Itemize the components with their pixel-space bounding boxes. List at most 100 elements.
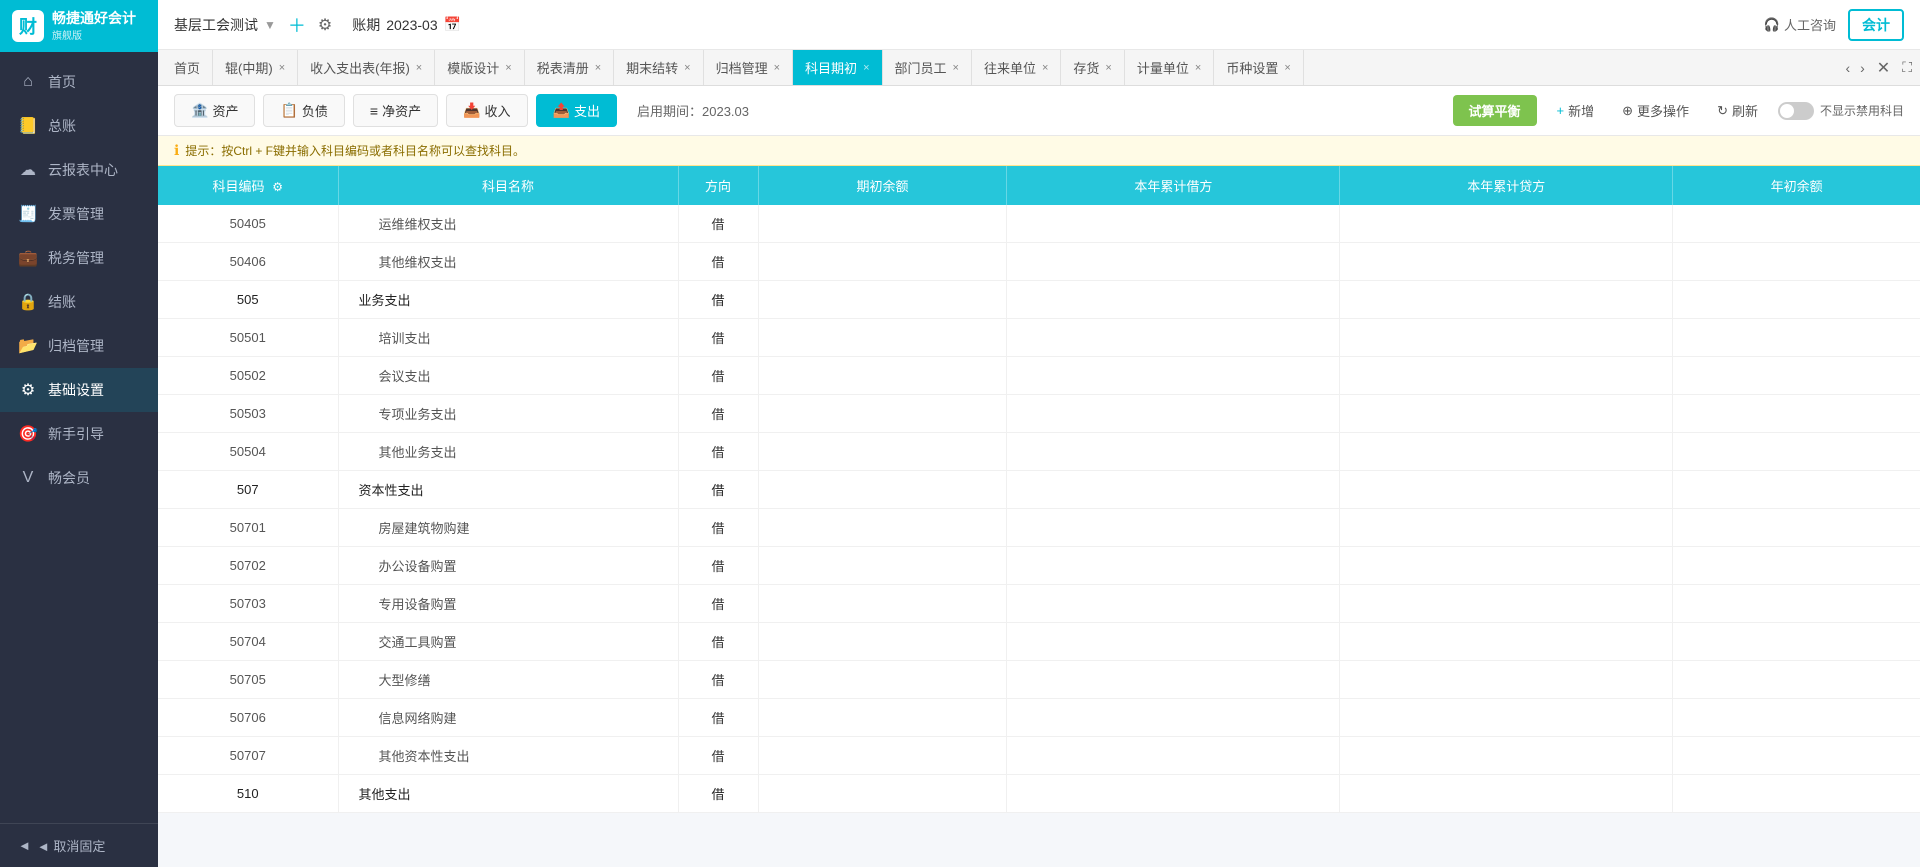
cell-name: 资本性支出 bbox=[338, 471, 678, 509]
tab-close-icon[interactable]: × bbox=[1042, 62, 1048, 74]
tab-close-icon[interactable]: × bbox=[1105, 62, 1111, 74]
service-button[interactable]: 🎧 人工咨询 bbox=[1764, 15, 1836, 34]
sidebar-item-label: 结账 bbox=[48, 292, 76, 312]
sidebar-item-member[interactable]: V畅会员 bbox=[0, 456, 158, 500]
table-row[interactable]: 505业务支出借 bbox=[158, 281, 1920, 319]
col-settings-icon[interactable]: ⚙ bbox=[272, 180, 283, 194]
sidebar-item-tax[interactable]: 💼税务管理 bbox=[0, 236, 158, 280]
table-row[interactable]: 50406其他维权支出借 bbox=[158, 243, 1920, 281]
topbar-settings-icon[interactable]: ⚙ bbox=[318, 15, 332, 35]
topbar-project[interactable]: 基层工会测试 ▼ bbox=[174, 15, 276, 35]
tab-close-icon[interactable]: × bbox=[684, 62, 690, 74]
content-area: 🏦资产📋负债≡净资产📥收入📤支出 启用期间：2023.03 试算平衡 + 新增 … bbox=[158, 86, 1920, 867]
tab-close-icon[interactable]: × bbox=[1284, 62, 1290, 74]
cell-year-opening bbox=[1673, 357, 1920, 395]
tab-close-icon[interactable]: × bbox=[774, 62, 780, 74]
cell-ytd-debit bbox=[1007, 433, 1340, 471]
cell-name: 信息网络购建 bbox=[338, 699, 678, 737]
add-icon: + bbox=[1557, 103, 1565, 118]
cell-code: 510 bbox=[158, 775, 338, 813]
sidebar-item-label: 发票管理 bbox=[48, 204, 104, 224]
tab-币种设置[interactable]: 币种设置 × bbox=[1214, 50, 1303, 86]
sidebar-pin-toggle[interactable]: ◄ ◄ 取消固定 bbox=[0, 823, 158, 867]
tab-科目期初[interactable]: 科目期初× bbox=[793, 50, 882, 86]
sidebar-item-label: 新手引导 bbox=[48, 424, 104, 444]
table-row[interactable]: 50705大型修缮借 bbox=[158, 661, 1920, 699]
cell-ytd-credit bbox=[1340, 281, 1673, 319]
cell-opening-balance bbox=[758, 509, 1007, 547]
tab-close-icon[interactable]: × bbox=[505, 62, 511, 74]
table-row[interactable]: 50504其他业务支出借 bbox=[158, 433, 1920, 471]
cell-opening-balance bbox=[758, 205, 1007, 243]
add-button[interactable]: + 新增 bbox=[1549, 97, 1603, 124]
equity-subtab-label: 净资产 bbox=[382, 101, 421, 120]
sidebar-item-invoice[interactable]: 🧾发票管理 bbox=[0, 192, 158, 236]
table-row[interactable]: 50405运维维权支出借 bbox=[158, 205, 1920, 243]
table-row[interactable]: 50706信息网络购建借 bbox=[158, 699, 1920, 737]
subtab-expense[interactable]: 📤支出 bbox=[536, 94, 617, 127]
sidebar-item-settings[interactable]: ⚙基础设置 bbox=[0, 368, 158, 412]
tab-next-icon[interactable]: › bbox=[1856, 58, 1869, 78]
tab-close-icon[interactable]: × bbox=[863, 62, 869, 74]
disable-toggle[interactable] bbox=[1778, 102, 1814, 120]
subtab-asset[interactable]: 🏦资产 bbox=[174, 94, 255, 127]
tab-部门员工[interactable]: 部门员工× bbox=[883, 50, 972, 86]
project-name: 基层工会测试 bbox=[174, 15, 258, 35]
user-role-button[interactable]: 会计 bbox=[1848, 9, 1904, 41]
subtab-income[interactable]: 📥收入 bbox=[446, 94, 527, 127]
tab-close-all-icon[interactable]: ✕ bbox=[1871, 56, 1896, 80]
cell-code: 50405 bbox=[158, 205, 338, 243]
tab-prev-icon[interactable]: ‹ bbox=[1841, 58, 1854, 78]
table-row[interactable]: 50701房屋建筑物购建借 bbox=[158, 509, 1920, 547]
sidebar-item-label: 税务管理 bbox=[48, 248, 104, 268]
topbar-add-button[interactable]: ＋ bbox=[288, 12, 306, 38]
tab-close-icon[interactable]: × bbox=[1195, 62, 1201, 74]
calendar-icon[interactable]: 📅 bbox=[444, 16, 461, 33]
tab-close-icon[interactable]: × bbox=[279, 62, 285, 74]
project-dropdown-icon[interactable]: ▼ bbox=[264, 18, 276, 32]
table-row[interactable]: 507资本性支出借 bbox=[158, 471, 1920, 509]
sidebar-item-archive[interactable]: 📂归档管理 bbox=[0, 324, 158, 368]
table-row[interactable]: 510其他支出借 bbox=[158, 775, 1920, 813]
tab-税表清册[interactable]: 税表清册× bbox=[525, 50, 614, 86]
tab-辊中期[interactable]: 辊(中期)× bbox=[213, 50, 298, 86]
tab-label: 存货 bbox=[1073, 58, 1099, 77]
tab-expand-icon[interactable]: ⛶ bbox=[1898, 57, 1916, 78]
balance-button[interactable]: 试算平衡 bbox=[1453, 95, 1537, 126]
tab-归档管理[interactable]: 归档管理× bbox=[704, 50, 793, 86]
tab-close-icon[interactable]: × bbox=[595, 62, 601, 74]
tab-close-icon[interactable]: × bbox=[416, 62, 422, 74]
table-row[interactable]: 50703专用设备购置借 bbox=[158, 585, 1920, 623]
cell-year-opening bbox=[1673, 395, 1920, 433]
cell-opening-balance bbox=[758, 243, 1007, 281]
tab-模版设计[interactable]: 模版设计× bbox=[435, 50, 524, 86]
tab-收入支出表年报[interactable]: 收入支出表(年报)× bbox=[298, 50, 435, 86]
sidebar-item-cloud[interactable]: ☁云报表中心 bbox=[0, 148, 158, 192]
refresh-button[interactable]: ↻ 刷新 bbox=[1709, 97, 1766, 124]
sidebar-item-close[interactable]: 🔒结账 bbox=[0, 280, 158, 324]
tab-label: 币种设置 bbox=[1226, 58, 1278, 77]
cell-name: 会议支出 bbox=[338, 357, 678, 395]
tab-期末结转[interactable]: 期末结转× bbox=[614, 50, 703, 86]
tab-往来单位[interactable]: 往来单位× bbox=[972, 50, 1061, 86]
table-row[interactable]: 50503专项业务支出借 bbox=[158, 395, 1920, 433]
table-row[interactable]: 50502会议支出借 bbox=[158, 357, 1920, 395]
cell-opening-balance bbox=[758, 281, 1007, 319]
table-row[interactable]: 50704交通工具购置借 bbox=[158, 623, 1920, 661]
subtab-liability[interactable]: 📋负债 bbox=[263, 94, 344, 127]
sidebar-item-home[interactable]: ⌂首页 bbox=[0, 60, 158, 104]
table-header-3: 期初余额 bbox=[758, 166, 1007, 205]
subtab-equity[interactable]: ≡净资产 bbox=[353, 94, 438, 127]
table-row[interactable]: 50707其他资本性支出借 bbox=[158, 737, 1920, 775]
table-row[interactable]: 50501培训支出借 bbox=[158, 319, 1920, 357]
more-button[interactable]: ⊕ 更多操作 bbox=[1614, 97, 1697, 124]
tab-首页[interactable]: 首页 bbox=[162, 50, 213, 86]
sidebar-item-ledger[interactable]: 📒总账 bbox=[0, 104, 158, 148]
sidebar-item-guide[interactable]: 🎯新手引导 bbox=[0, 412, 158, 456]
tab-存货[interactable]: 存货 × bbox=[1061, 50, 1124, 86]
expense-subtab-label: 支出 bbox=[574, 101, 600, 120]
table-row[interactable]: 50702办公设备购置借 bbox=[158, 547, 1920, 585]
tab-close-icon[interactable]: × bbox=[953, 62, 959, 74]
tab-计量单位[interactable]: 计量单位× bbox=[1125, 50, 1214, 86]
tip-icon: ℹ bbox=[174, 142, 179, 159]
